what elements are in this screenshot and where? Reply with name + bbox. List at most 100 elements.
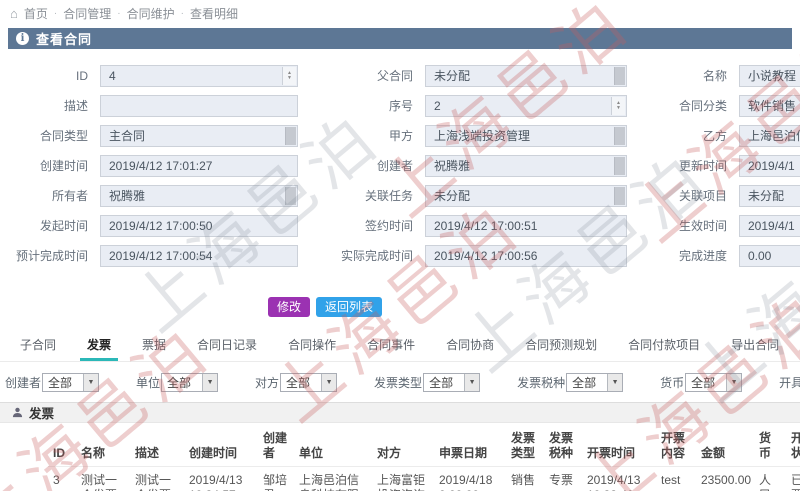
breadcrumb-separator: · — [117, 7, 121, 19]
filter-tax-type: 发票税种 全部 ▼ — [517, 373, 624, 392]
filter-creator-select[interactable]: 全部 ▼ — [42, 373, 100, 392]
update-time-field[interactable]: 2019/4/1 — [739, 155, 800, 177]
tab-invoice[interactable]: 发票 — [80, 336, 119, 361]
chevron-down-icon[interactable]: ▼ — [83, 374, 99, 391]
select-scrollbar[interactable] — [614, 127, 625, 145]
select-scrollbar[interactable] — [285, 127, 296, 145]
chevron-down-icon[interactable]: ▼ — [464, 374, 480, 391]
contract-type-select[interactable]: 主合同 — [100, 125, 298, 147]
number-stepper-icon[interactable]: ▲ ▼ — [611, 97, 625, 115]
filter-tax-type-select[interactable]: 全部 ▼ — [566, 373, 624, 392]
col-id: ID — [48, 423, 76, 467]
initiate-time-value: 2019/4/12 17:00:50 — [109, 219, 213, 233]
breadcrumb-contract-mgmt[interactable]: 合同管理 — [63, 5, 111, 22]
table-header-row: ID 名称 描述 创建时间 创建者 单位 对方 申票日期 发票类型 发票税种 开… — [48, 423, 800, 467]
tab-contract-operation[interactable]: 合同操作 — [286, 336, 338, 361]
col-create-time: 创建时间 — [184, 423, 258, 467]
cell-description: 测试一个发票 — [135, 473, 172, 491]
chevron-down-icon[interactable]: ▼ — [607, 374, 623, 391]
cell-tax-type: 专票 — [549, 473, 574, 487]
filter-creator: 创建者 全部 ▼ — [5, 373, 100, 392]
creator-label: 创建者 — [376, 159, 413, 173]
col-counterparty: 对方 — [372, 423, 434, 467]
name-value: 小说教程 — [748, 69, 797, 83]
description-field[interactable] — [100, 95, 298, 117]
table-row[interactable]: 3 测试一个发票 测试一个发票 2019/4/13 10:34:57 邹培君 上… — [48, 467, 800, 491]
select-scrollbar[interactable] — [614, 157, 625, 175]
id-label: ID — [76, 69, 88, 83]
creator-value: 祝腾雅 — [434, 159, 471, 173]
name-field[interactable]: 小说教程 — [739, 65, 800, 87]
cell-currency: 人民币 — [759, 473, 772, 491]
breadcrumb-home[interactable]: 首页 — [24, 5, 48, 22]
party-b-label: 乙方 — [702, 129, 727, 143]
parent-contract-select[interactable]: 未分配 — [425, 65, 627, 87]
edit-button[interactable]: 修改 — [268, 297, 311, 317]
col-invoice-type: 发票类型 — [506, 423, 544, 467]
owner-select[interactable]: 祝腾雅 — [100, 185, 298, 207]
tab-bill[interactable]: 票据 — [140, 336, 168, 361]
create-time-field[interactable]: 2019/4/12 17:01:27 — [100, 155, 298, 177]
tab-contract-forecast-plan[interactable]: 合同预测规划 — [523, 336, 599, 361]
filter-unit: 单位 全部 ▼ — [136, 373, 219, 392]
sequence-field[interactable]: 2 ▲ ▼ — [425, 95, 627, 117]
expected-finish-time-field[interactable]: 2019/4/12 17:00:54 — [100, 245, 298, 267]
cell-create-time: 2019/4/13 10:34:57 — [189, 473, 243, 491]
home-icon[interactable]: ⌂ — [10, 6, 18, 21]
filter-tax-type-value: 全部 — [572, 376, 597, 390]
filter-currency-select[interactable]: 全部 ▼ — [685, 373, 743, 392]
filter-currency-label: 货币 — [660, 376, 685, 390]
actual-finish-time-field[interactable]: 2019/4/12 17:00:56 — [425, 245, 627, 267]
filter-counterparty-value: 全部 — [286, 376, 311, 390]
tab-contract-payment-item[interactable]: 合同付款项目 — [626, 336, 702, 361]
select-scrollbar[interactable] — [614, 187, 625, 205]
col-currency: 货币 — [754, 423, 786, 467]
contract-category-select[interactable]: 软件销售 — [739, 95, 800, 117]
number-stepper-icon[interactable]: ▲ ▼ — [282, 67, 296, 85]
filter-invoice-type-select[interactable]: 全部 ▼ — [423, 373, 481, 392]
select-scrollbar[interactable] — [285, 187, 296, 205]
description-label: 描述 — [63, 99, 88, 113]
related-task-select[interactable]: 未分配 — [425, 185, 627, 207]
filter-tax-type-label: 发票税种 — [517, 376, 566, 390]
initiate-time-field[interactable]: 2019/4/12 17:00:50 — [100, 215, 298, 237]
contract-type-label: 合同类型 — [39, 129, 88, 143]
col-issue-content: 开票内容 — [656, 423, 696, 467]
id-value: 4 — [109, 69, 116, 83]
tab-contract-daily-log[interactable]: 合同日记录 — [195, 336, 259, 361]
filter-counterparty-select[interactable]: 全部 ▼ — [280, 373, 338, 392]
cell-issue-content: test — [661, 473, 681, 487]
sign-time-value: 2019/4/12 17:00:51 — [434, 219, 538, 233]
filter-counterparty-label: 对方 — [255, 376, 280, 390]
effective-time-field[interactable]: 2019/4/1 — [739, 215, 800, 237]
cell-name: 测试一个发票 — [81, 473, 118, 491]
chevron-down-icon[interactable]: ▼ — [321, 374, 337, 391]
invoice-table-wrap: ID 名称 描述 创建时间 创建者 单位 对方 申票日期 发票类型 发票税种 开… — [0, 423, 800, 491]
chevron-down-icon[interactable]: ▼ — [726, 374, 742, 391]
parent-contract-value: 未分配 — [434, 69, 471, 83]
filter-unit-select[interactable]: 全部 ▼ — [161, 373, 219, 392]
progress-field[interactable]: 0.00 — [739, 245, 800, 267]
party-a-select[interactable]: 上海浅端投资管理 — [425, 125, 627, 147]
chevron-down-icon[interactable]: ▼ — [202, 374, 218, 391]
filter-invoice-type: 发票类型 全部 ▼ — [374, 373, 481, 392]
sign-time-field[interactable]: 2019/4/12 17:00:51 — [425, 215, 627, 237]
party-b-select[interactable]: 上海邑泊信 — [739, 125, 800, 147]
tab-sub-contract[interactable]: 子合同 — [18, 336, 58, 361]
creator-select[interactable]: 祝腾雅 — [425, 155, 627, 177]
tab-export-contract[interactable]: 导出合同 — [729, 336, 781, 361]
info-icon: i — [16, 32, 29, 45]
cell-creator: 邹培君 — [263, 473, 288, 491]
action-buttons: 修改 返回列表 — [268, 297, 800, 317]
related-project-select[interactable]: 未分配 — [739, 185, 800, 207]
breadcrumb-contract-maintain[interactable]: 合同维护 — [127, 5, 175, 22]
tab-contract-negotiation[interactable]: 合同协商 — [444, 336, 496, 361]
back-to-list-button[interactable]: 返回列表 — [316, 297, 383, 317]
filter-counterparty: 对方 全部 ▼ — [255, 373, 338, 392]
id-field[interactable]: 4 ▲ ▼ — [100, 65, 298, 87]
parent-contract-label: 父合同 — [376, 69, 413, 83]
select-scrollbar[interactable] — [614, 67, 625, 85]
update-time-label: 更新时间 — [678, 159, 727, 173]
effective-time-label: 生效时间 — [678, 219, 727, 233]
tab-contract-event[interactable]: 合同事件 — [365, 336, 417, 361]
